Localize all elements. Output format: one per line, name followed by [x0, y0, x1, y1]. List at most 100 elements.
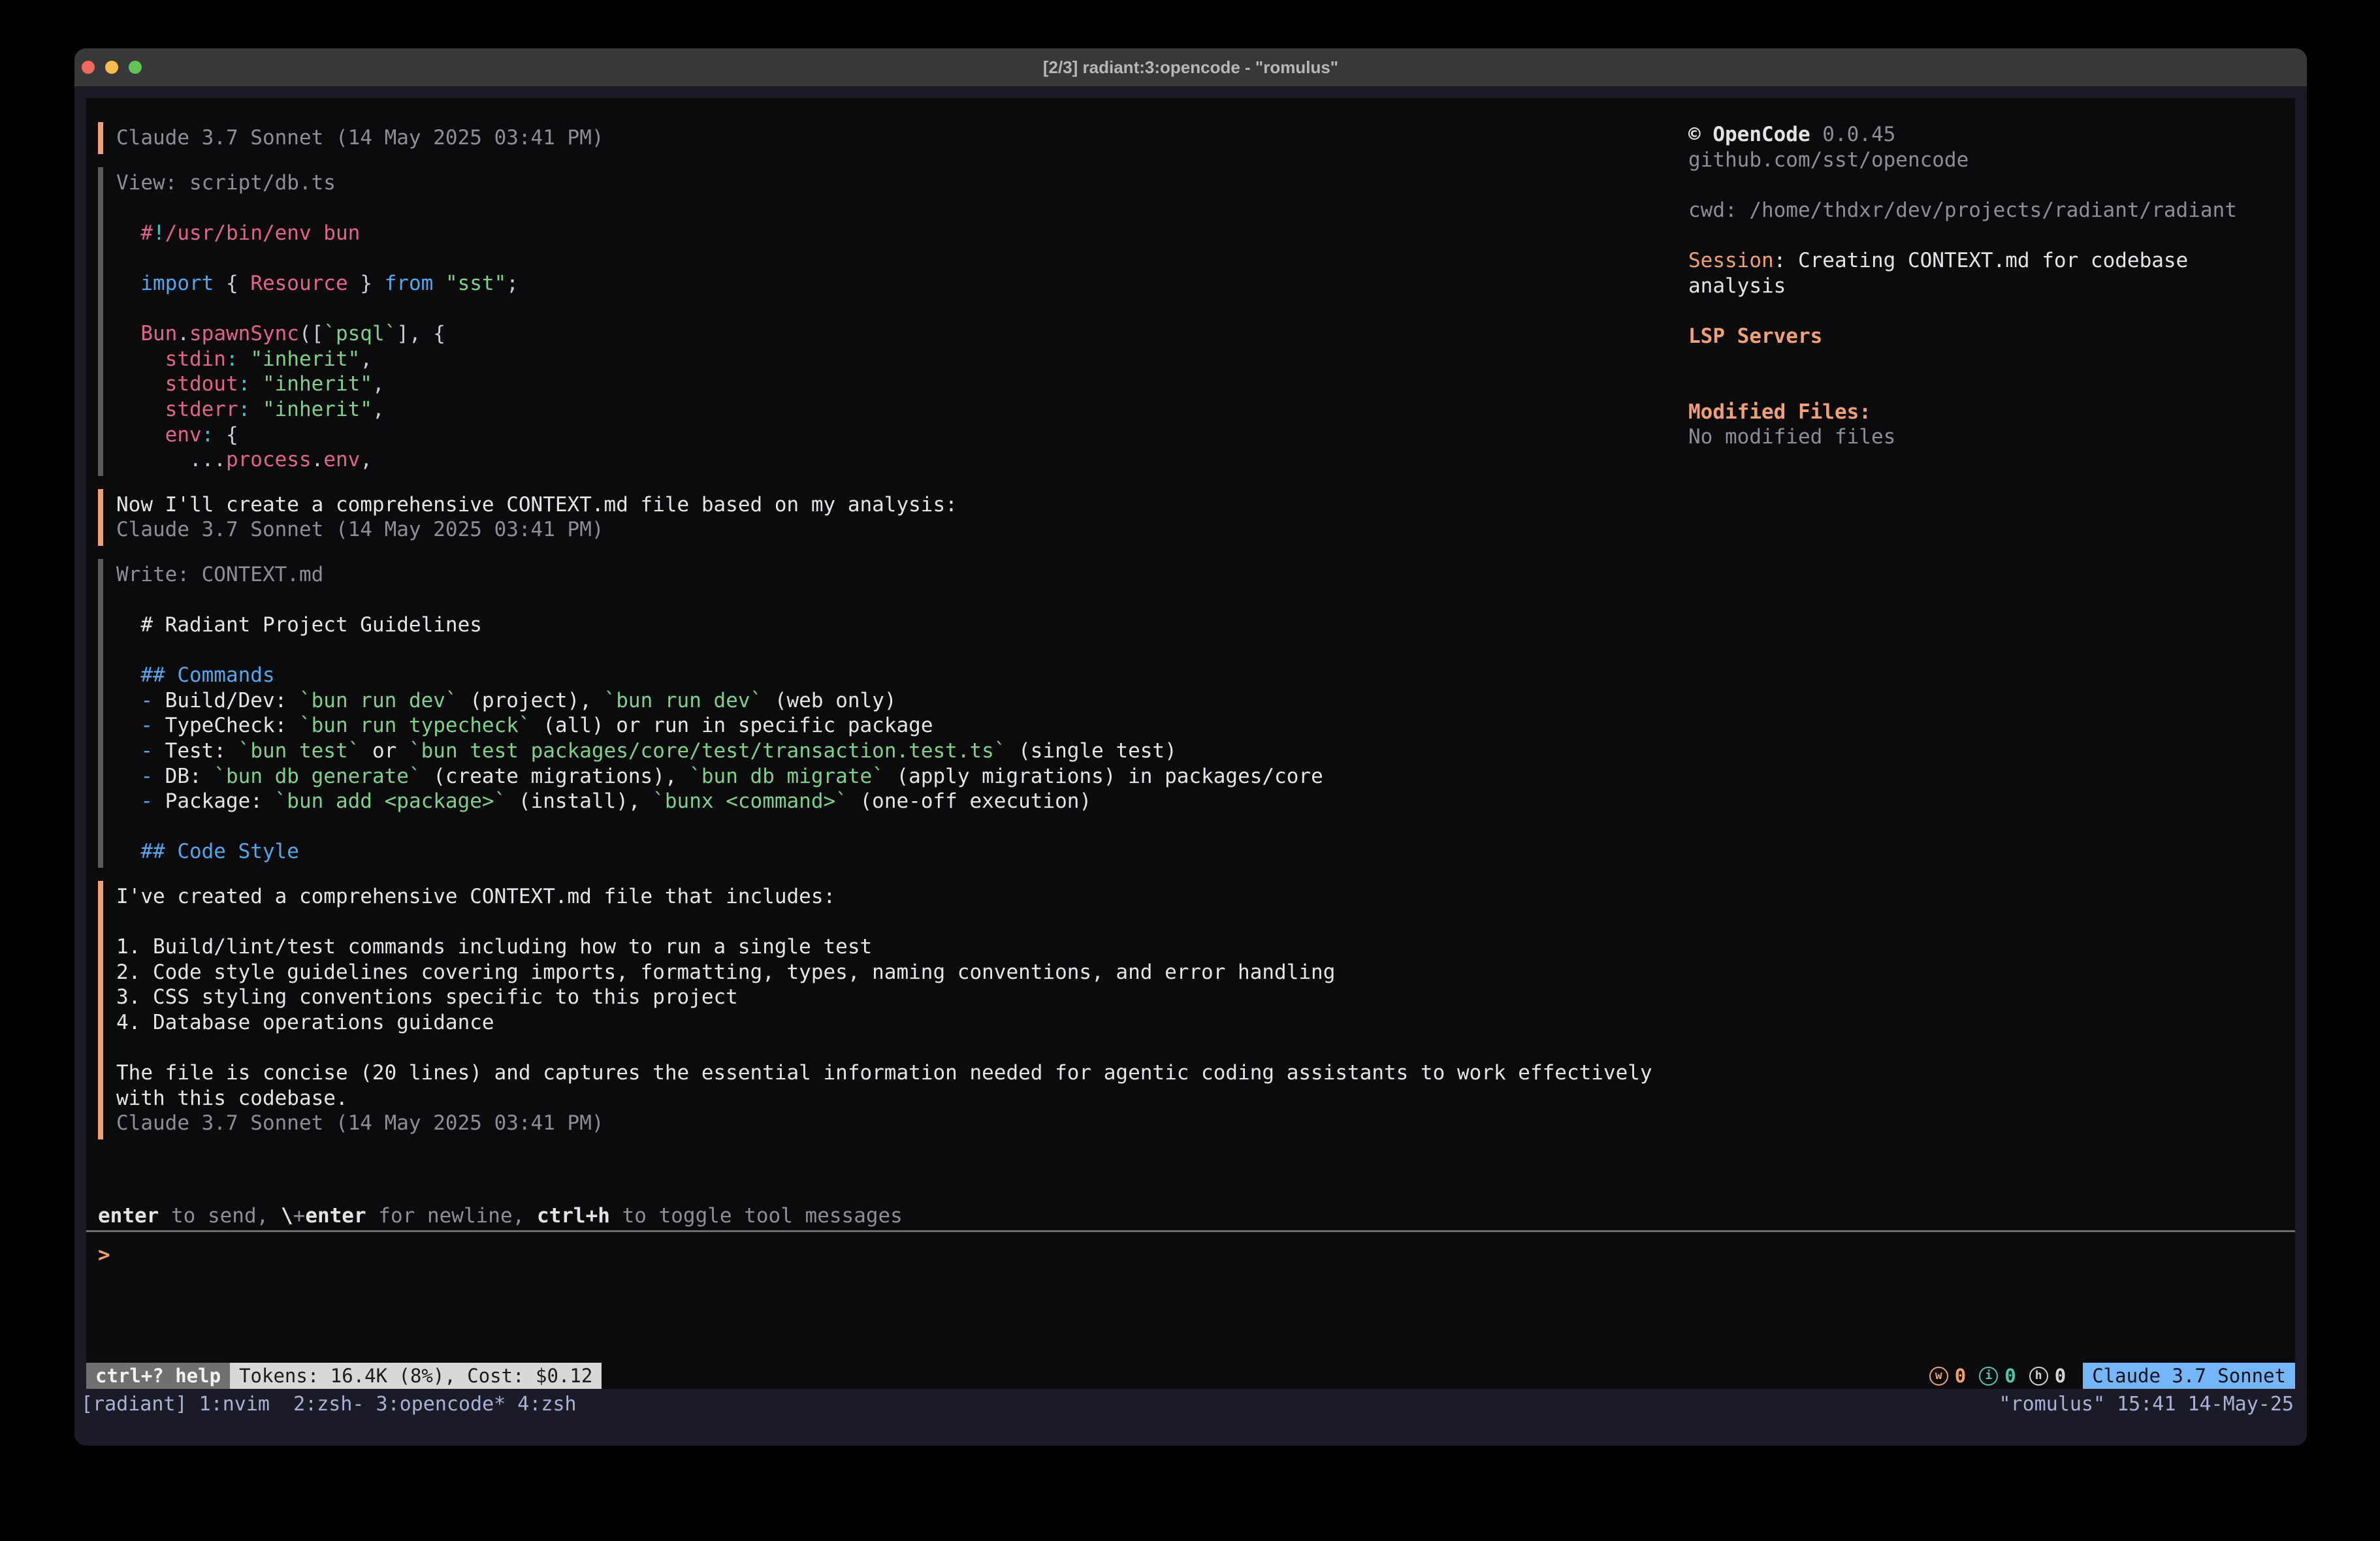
text-segment: 2. Code style guidelines covering import… [116, 961, 1335, 984]
text-segment: . [312, 448, 324, 471]
text-segment: - [140, 714, 153, 737]
text-segment: : [226, 347, 238, 371]
terminal-viewport: Claude 3.7 Sonnet (14 May 2025 03:41 PM)… [74, 86, 2307, 1389]
tmux-status-bar: [radiant] 1:nvim 2:zsh- 3:opencode* 4:zs… [74, 1389, 2307, 1446]
repo-link: github.com/sst/opencode [1688, 148, 2256, 173]
text-segment: I've created a comprehensive CONTEXT.md … [116, 885, 835, 908]
chat-block-assistant-message: Now I'll create a comprehensive CONTEXT.… [98, 489, 1688, 546]
chat-line: Now I'll create a comprehensive CONTEXT.… [116, 492, 1688, 518]
text-segment: : [238, 398, 251, 421]
text-segment: env [323, 448, 360, 471]
text-segment: © OpenCode [1688, 123, 1810, 146]
text-segment: ([ [299, 322, 323, 345]
message-input[interactable]: > [86, 1232, 2295, 1363]
text-segment: from [385, 272, 434, 295]
minimize-button[interactable] [105, 61, 118, 74]
text-segment [250, 398, 263, 421]
cwd-path: cwd: /home/thdxr/dev/projects/radiant/ra… [1688, 198, 2256, 223]
chat-line: Claude 3.7 Sonnet (14 May 2025 03:41 PM) [116, 1111, 1688, 1136]
text-segment: \ [281, 1203, 293, 1229]
chat-line: Claude 3.7 Sonnet (14 May 2025 03:41 PM) [116, 125, 1688, 151]
tmux-window-list[interactable]: [radiant] 1:nvim 2:zsh- 3:opencode* 4:zs… [81, 1391, 577, 1417]
text-segment [116, 714, 140, 737]
chat-line [116, 296, 1688, 322]
close-button[interactable] [82, 61, 95, 74]
chat-line: # Radiant Project Guidelines [116, 612, 1688, 638]
h-circle-icon: h [2029, 1367, 2048, 1386]
text-segment: Claude 3.7 Sonnet (14 May 2025 03:41 PM) [116, 518, 604, 541]
text-segment: { [214, 272, 250, 295]
text-segment: (apply migrations) in packages/core [884, 765, 1323, 788]
text-segment: Session [1688, 249, 1774, 272]
text-segment [116, 272, 140, 295]
zoom-button[interactable] [129, 61, 142, 74]
text-segment: 0.0.45 [1810, 123, 1896, 146]
chat-line [116, 1036, 1688, 1061]
modified-files-empty: No modified files [1688, 424, 2256, 450]
text-segment: "inherit" [250, 347, 360, 371]
titlebar: [2/3] radiant:3:opencode - "romulus" [74, 48, 2307, 86]
terminal-window: [2/3] radiant:3:opencode - "romulus" Cla… [74, 48, 2307, 1446]
chat-line [116, 638, 1688, 663]
text-segment [238, 347, 251, 371]
text-segment: 1. Build/lint/test commands including ho… [116, 935, 872, 959]
tmux-session-info: "romulus" 15:41 14-May-25 [1999, 1391, 2294, 1417]
diagnostic-count: 0 [2004, 1363, 2016, 1389]
text-segment: View: script/db.ts [116, 171, 336, 195]
modified-files-title: Modified Files: [1688, 400, 2256, 425]
sidebar: © OpenCode 0.0.45 github.com/sst/opencod… [1688, 98, 2295, 1201]
status-bar: ctrl+? help Tokens: 16.4K (8%), Cost: $0… [86, 1363, 2295, 1389]
text-segment: stderr [165, 398, 238, 421]
opencode-logo: © OpenCode 0.0.45 [1688, 122, 2256, 148]
text-segment [116, 347, 165, 371]
text-segment: `bun db migrate` [689, 765, 884, 788]
keybind-help-bar: enter to send, \+enter for newline, ctrl… [86, 1201, 2295, 1230]
text-segment: ], { [396, 322, 445, 345]
text-segment: `bun add <package>` [275, 789, 507, 813]
text-segment: to toggle tool messages [610, 1203, 903, 1229]
diagnostic-w: w0 [1929, 1363, 1966, 1389]
text-segment [116, 423, 165, 447]
prompt-symbol: > [98, 1243, 110, 1267]
chat-line: The file is concise (20 lines) and captu… [116, 1060, 1688, 1086]
text-segment: # [140, 221, 153, 245]
text-segment: Build/Dev: [153, 689, 299, 712]
text-segment [116, 765, 140, 788]
text-segment: ... [189, 448, 226, 471]
text-segment: (single test) [1006, 739, 1176, 763]
chat-line [116, 814, 1688, 840]
chat-block-tool-view: View: script/db.ts #!/usr/bin/env bun im… [98, 167, 1688, 476]
w-circle-icon: w [1929, 1367, 1948, 1386]
chat-line: 1. Build/lint/test commands including ho… [116, 934, 1688, 960]
text-segment: + [293, 1203, 306, 1229]
text-segment: , [360, 448, 372, 471]
text-segment: process [226, 448, 312, 471]
text-segment: The file is concise (20 lines) and captu… [116, 1061, 1652, 1085]
text-segment: { [214, 423, 238, 447]
text-segment: # Radiant Project Guidelines [116, 613, 482, 637]
window-title: [2/3] radiant:3:opencode - "romulus" [74, 57, 2307, 78]
text-segment: 4. Database operations guidance [116, 1011, 494, 1034]
chat-blocks: Claude 3.7 Sonnet (14 May 2025 03:41 PM)… [86, 98, 1688, 1201]
text-segment: ## Code Style [140, 840, 299, 863]
text-segment [116, 448, 189, 471]
chat-line: Bun.spawnSync([`psql`], { [116, 321, 1688, 347]
text-segment [116, 221, 140, 245]
status-spacer [602, 1363, 1929, 1389]
text-segment: `bun db generate` [214, 765, 421, 788]
tokens-cost-chip: Tokens: 16.4K (8%), Cost: $0.12 [230, 1363, 602, 1389]
chat-line: I've created a comprehensive CONTEXT.md … [116, 884, 1688, 910]
text-segment: (one-off execution) [848, 789, 1091, 813]
text-segment: (project), [458, 689, 604, 712]
text-segment: Now I'll create a comprehensive CONTEXT.… [116, 493, 957, 516]
text-segment: with this codebase. [116, 1087, 348, 1110]
text-segment [116, 689, 140, 712]
help-shortcut-chip: ctrl+? help [86, 1363, 230, 1389]
text-segment [433, 272, 445, 295]
text-segment: spawnSync [189, 322, 299, 345]
text-segment: Claude 3.7 Sonnet (14 May 2025 03:41 PM) [116, 126, 604, 150]
text-segment: ! [153, 221, 165, 245]
text-segment: Write: CONTEXT.md [116, 563, 323, 586]
chat-block-assistant-message: I've created a comprehensive CONTEXT.md … [98, 881, 1688, 1139]
text-segment: enter [305, 1203, 366, 1229]
